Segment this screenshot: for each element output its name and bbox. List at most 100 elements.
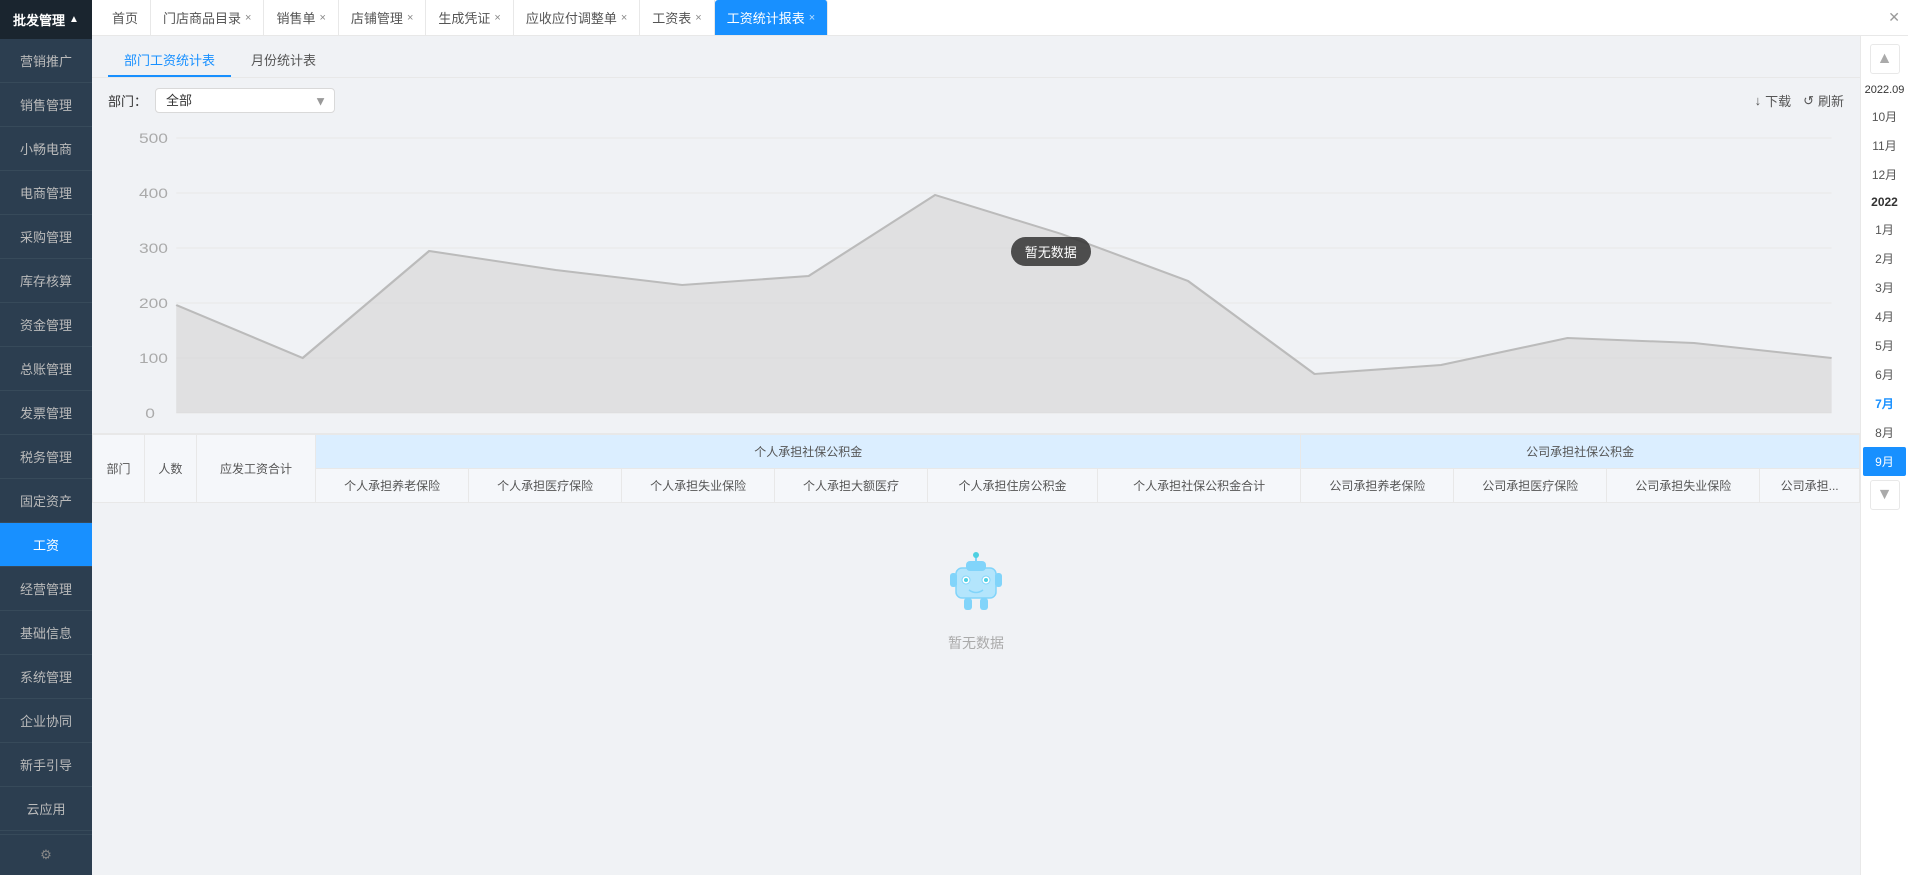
timeline-month-11[interactable]: 8月 [1863,418,1907,447]
empty-state: 暂无数据 [93,503,1860,693]
tab-close-icon-4[interactable]: × [494,12,500,24]
right-panel-up-button[interactable]: ▲ [1870,44,1900,74]
main-area: 首页门店商品目录×销售单×店铺管理×生成凭证×应收应付调整单×工资表×工资统计报… [92,0,1908,875]
sub-tabs-bar: 部门工资统计表月份统计表 [92,36,1860,78]
col-total-salary: 应发工资合计 [196,435,315,503]
timeline-month-10[interactable]: 7月 [1863,389,1907,418]
sidebar: 批发管理 ▲ 营销推广销售管理小畅电商电商管理采购管理库存核算资金管理总账管理发… [0,0,92,875]
toolbar-left: 部门： 全部 ▼ [108,88,335,113]
sidebar-item-资金管理[interactable]: 资金管理 [0,303,92,347]
sidebar-item-工资[interactable]: 工资 [0,523,92,567]
timeline-month-7[interactable]: 4月 [1863,302,1907,331]
timeline-month-12[interactable]: 9月 [1863,447,1907,476]
sidebar-item-基础信息[interactable]: 基础信息 [0,611,92,655]
col-company-medical: 公司承担医疗保险 [1454,469,1607,503]
sidebar-footer[interactable]: ⚙ [0,834,92,875]
col-personal-unemployment: 个人承担失业保险 [622,469,775,503]
sidebar-item-经营管理[interactable]: 经营管理 [0,567,92,611]
sidebar-header[interactable]: 批发管理 ▲ [0,0,92,39]
timeline-year-2022: 2022.09 [1863,78,1907,102]
top-tab-2[interactable]: 销售单× [264,0,338,35]
content-inner: 部门工资统计表月份统计表 部门： 全部 ▼ ↓ 下载 [92,36,1908,875]
empty-robot-icon [936,543,1016,623]
top-tab-7[interactable]: 工资统计报表× [715,0,828,35]
toolbar: 部门： 全部 ▼ ↓ 下载 ↺ 刷新 [92,78,1860,123]
sub-tab-1[interactable]: 月份统计表 [235,44,332,77]
timeline-month-4[interactable]: 1月 [1863,215,1907,244]
col-personal-serious-medical: 个人承担大额医疗 [775,469,928,503]
top-tab-0[interactable]: 首页 [100,0,151,35]
content-main: 部门工资统计表月份统计表 部门： 全部 ▼ ↓ 下载 [92,36,1860,875]
svg-text:200: 200 [139,296,168,311]
sidebar-item-固定资产[interactable]: 固定资产 [0,479,92,523]
tab-close-icon-5[interactable]: × [621,12,627,24]
sidebar-item-电商管理[interactable]: 电商管理 [0,171,92,215]
chart-svg: 0 100 200 300 400 500 [108,123,1844,423]
right-panel-down-button[interactable]: ▼ [1870,480,1900,510]
sidebar-toggle-icon: ▲ [69,14,79,25]
sidebar-item-系统管理[interactable]: 系统管理 [0,655,92,699]
timeline-month-6[interactable]: 3月 [1863,273,1907,302]
tab-close-icon-3[interactable]: × [407,12,413,24]
timeline-month-1[interactable]: 11月 [1863,131,1907,160]
col-personal-housing-fund: 个人承担住房公积金 [928,469,1098,503]
timeline-month-2[interactable]: 12月 [1863,160,1907,189]
dept-select[interactable]: 全部 [155,88,335,113]
top-tab-1[interactable]: 门店商品目录× [151,0,264,35]
col-group-personal: 个人承担社保公积金 [316,435,1301,469]
sidebar-item-采购管理[interactable]: 采购管理 [0,215,92,259]
sidebar-item-小畅电商[interactable]: 小畅电商 [0,127,92,171]
refresh-button[interactable]: ↺ 刷新 [1803,91,1844,110]
sidebar-item-新手引导[interactable]: 新手引导 [0,743,92,787]
timeline-month-0[interactable]: 10月 [1863,102,1907,131]
table-empty-row: 暂无数据 [93,503,1860,694]
download-icon: ↓ [1755,93,1762,108]
col-company-pension: 公司承担养老保险 [1301,469,1454,503]
sidebar-item-库存核算[interactable]: 库存核算 [0,259,92,303]
dept-select-wrapper: 全部 ▼ [155,88,335,113]
svg-text:500: 500 [139,131,168,146]
top-tab-3[interactable]: 店铺管理× [339,0,426,35]
tab-close-icon-1[interactable]: × [245,12,251,24]
download-button[interactable]: ↓ 下载 [1755,91,1792,110]
chart-container: 0 100 200 300 400 500 [108,123,1844,423]
stats-table: 部门 人数 应发工资合计 个人承担社保公积金 公司承担社保公积金 个人承担养老保… [92,434,1860,693]
tab-close-icon-7[interactable]: × [809,12,815,24]
col-group-company: 公司承担社保公积金 [1301,435,1860,469]
col-dept: 部门 [93,435,145,503]
sidebar-item-总账管理[interactable]: 总账管理 [0,347,92,391]
chart-area: 0 100 200 300 400 500 [92,123,1860,433]
timeline-month-5[interactable]: 2月 [1863,244,1907,273]
close-window-button[interactable]: ✕ [1888,9,1900,26]
table-area[interactable]: 部门 人数 应发工资合计 个人承担社保公积金 公司承担社保公积金 个人承担养老保… [92,433,1860,875]
right-panel: ▲ 2022.0910月11月12月20221月2月3月4月5月6月7月8月9月… [1860,36,1908,875]
timeline-month-8[interactable]: 5月 [1863,331,1907,360]
sidebar-title: 批发管理 [13,10,65,29]
sidebar-item-企业协同[interactable]: 企业协同 [0,699,92,743]
top-tabs-bar: 首页门店商品目录×销售单×店铺管理×生成凭证×应收应付调整单×工资表×工资统计报… [92,0,1908,36]
svg-text:0: 0 [145,406,155,421]
svg-text:100: 100 [139,351,168,366]
tab-close-icon-6[interactable]: × [695,12,701,24]
sidebar-item-税务管理[interactable]: 税务管理 [0,435,92,479]
sidebar-item-发票管理[interactable]: 发票管理 [0,391,92,435]
col-company-unemployment: 公司承担失业保险 [1607,469,1760,503]
top-tab-6[interactable]: 工资表× [640,0,714,35]
sidebar-item-营销推广[interactable]: 营销推广 [0,39,92,83]
top-tab-4[interactable]: 生成凭证× [426,0,513,35]
tab-close-icon-2[interactable]: × [319,12,325,24]
sub-tab-0[interactable]: 部门工资统计表 [108,44,231,77]
timeline-month-9[interactable]: 6月 [1863,360,1907,389]
timeline-month-3[interactable]: 2022 [1863,189,1907,215]
col-personal-total: 个人承担社保公积金合计 [1097,469,1300,503]
refresh-label: 刷新 [1818,91,1844,110]
svg-text:400: 400 [139,186,168,201]
top-tab-5[interactable]: 应收应付调整单× [514,0,640,35]
dept-label: 部门： [108,91,147,110]
download-label: 下载 [1765,91,1791,110]
col-headcount: 人数 [144,435,196,503]
svg-text:300: 300 [139,241,168,256]
sidebar-item-销售管理[interactable]: 销售管理 [0,83,92,127]
settings-icon: ⚙ [40,847,52,862]
sidebar-item-云应用[interactable]: 云应用 [0,787,92,831]
